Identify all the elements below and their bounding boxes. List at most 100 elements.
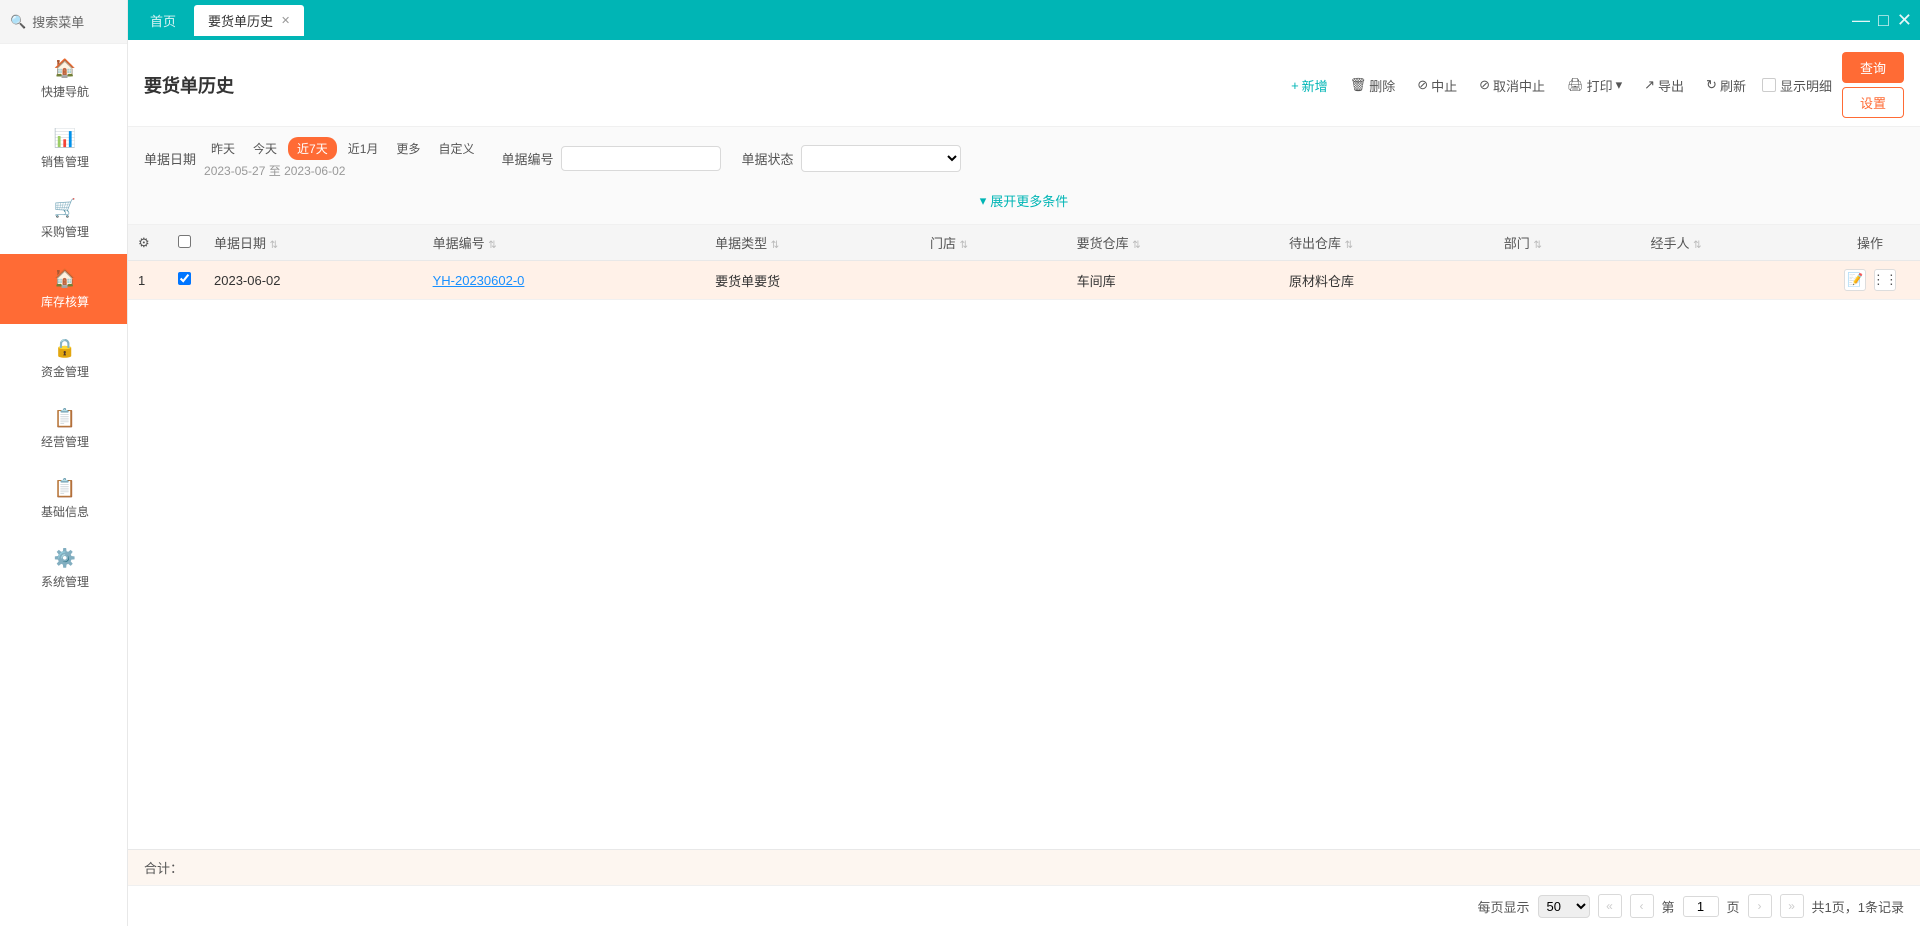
cell-req-warehouse: 车间库 bbox=[1067, 261, 1279, 300]
query-button[interactable]: 查询 bbox=[1842, 52, 1904, 83]
date-btn-7days[interactable]: 近7天 bbox=[288, 137, 337, 160]
settings-button[interactable]: 设置 bbox=[1842, 87, 1904, 118]
page-header: 要货单历史 + 新增 🗑 删除 ⊘ 中止 ⊘ bbox=[128, 40, 1920, 127]
sidebar-item-quick-nav[interactable]: 🏠 快捷导航 bbox=[0, 44, 127, 114]
window-close-icon[interactable]: ✕ bbox=[1897, 10, 1912, 31]
docno-input[interactable] bbox=[561, 146, 721, 171]
sidebar-item-inventory[interactable]: 🏠 库存核算 bbox=[0, 254, 127, 324]
date-btn-yesterday[interactable]: 昨天 bbox=[204, 137, 242, 160]
expand-label: 展开更多条件 bbox=[990, 191, 1068, 210]
status-select[interactable] bbox=[801, 145, 961, 172]
sidebar-item-basic[interactable]: 📋 基础信息 bbox=[0, 464, 127, 534]
add-button[interactable]: + 新增 bbox=[1285, 72, 1334, 99]
tab-home-label: 首页 bbox=[150, 11, 176, 30]
col-pending-warehouse[interactable]: 待出仓库 ⇅ bbox=[1279, 225, 1494, 261]
top-bar: 首页 要货单历史 ✕ — □ ✕ bbox=[128, 0, 1920, 40]
sidebar-item-finance[interactable]: 🔒 资金管理 bbox=[0, 324, 127, 394]
doc-no-link[interactable]: YH-20230602-0 bbox=[433, 273, 525, 288]
select-all-checkbox[interactable] bbox=[178, 235, 191, 248]
col-doc-no-label: 单据编号 bbox=[433, 236, 485, 251]
stop-button[interactable]: ⊘ 中止 bbox=[1411, 72, 1463, 99]
sidebar-search[interactable]: 🔍 搜索菜单 bbox=[0, 0, 127, 44]
print-button[interactable]: 🖨 打印 ▾ bbox=[1561, 72, 1628, 99]
tab-home[interactable]: 首页 bbox=[136, 5, 190, 36]
filter-status-item: 单据状态 bbox=[741, 145, 961, 172]
col-doc-date[interactable]: 单据日期 ⇅ bbox=[204, 225, 423, 261]
date-btn-1month[interactable]: 近1月 bbox=[341, 137, 386, 160]
col-store[interactable]: 门店 ⇅ bbox=[920, 225, 1067, 261]
cell-store bbox=[920, 261, 1067, 300]
col-dept[interactable]: 部门 ⇅ bbox=[1494, 225, 1641, 261]
export-icon: ↗ bbox=[1644, 77, 1655, 93]
row-detail-btn[interactable]: ⋮⋮ bbox=[1874, 269, 1896, 291]
page-title: 要货单历史 bbox=[144, 72, 234, 98]
export-button[interactable]: ↗ 导出 bbox=[1638, 72, 1690, 99]
display-detail-toggle[interactable]: 显示明细 bbox=[1762, 76, 1832, 95]
col-settings-icon: ⚙ bbox=[138, 235, 150, 250]
sidebar-item-label: 系统管理 bbox=[41, 573, 89, 590]
col-store-label: 门店 bbox=[930, 236, 956, 251]
page-size-label: 每页显示 bbox=[1477, 897, 1529, 916]
tab-requisition-history[interactable]: 要货单历史 ✕ bbox=[194, 5, 304, 36]
expand-icon: ▾ bbox=[980, 193, 987, 209]
col-handler[interactable]: 经手人 ⇅ bbox=[1640, 225, 1820, 261]
refresh-button[interactable]: ↻ 刷新 bbox=[1700, 72, 1752, 99]
last-page-btn[interactable]: » bbox=[1780, 894, 1804, 918]
col-settings[interactable]: ⚙ bbox=[128, 225, 168, 261]
next-page-btn[interactable]: › bbox=[1748, 894, 1772, 918]
filter-area: 单据日期 昨天 今天 近7天 近1月 更多 自定义 2023-05-27 至 2… bbox=[128, 127, 1920, 225]
home-icon: 🏠 bbox=[54, 58, 76, 79]
filter-row: 单据日期 昨天 今天 近7天 近1月 更多 自定义 2023-05-27 至 2… bbox=[144, 137, 1904, 179]
table-header: ⚙ 单据日期 ⇅ 单据编号 ⇅ bbox=[128, 225, 1920, 261]
page-input[interactable] bbox=[1683, 896, 1719, 917]
sidebar-item-label: 采购管理 bbox=[41, 223, 89, 240]
prev-page-btn[interactable]: ‹ bbox=[1630, 894, 1654, 918]
col-handler-label: 经手人 bbox=[1650, 236, 1689, 251]
main-area: 首页 要货单历史 ✕ — □ ✕ 要货单历史 + 新增 bbox=[128, 0, 1920, 926]
date-btn-custom[interactable]: 自定义 bbox=[431, 137, 481, 160]
date-btn-today[interactable]: 今天 bbox=[246, 137, 284, 160]
search-icon: 🔍 bbox=[10, 14, 26, 30]
window-minimize-icon[interactable]: — bbox=[1852, 10, 1870, 31]
page-label-before: 第 bbox=[1662, 897, 1675, 916]
col-action-label: 操作 bbox=[1857, 236, 1883, 251]
window-maximize-icon[interactable]: □ bbox=[1878, 10, 1889, 31]
sales-icon: 📊 bbox=[54, 128, 76, 149]
display-detail-checkbox[interactable] bbox=[1762, 78, 1776, 92]
page-size-select[interactable]: 20 50 100 200 bbox=[1538, 895, 1590, 918]
refresh-label: 刷新 bbox=[1720, 76, 1746, 95]
sidebar-item-sales[interactable]: 📊 销售管理 bbox=[0, 114, 127, 184]
row-index: 1 bbox=[138, 273, 145, 288]
row-checkbox[interactable] bbox=[178, 272, 191, 285]
cell-doc-type: 要货单要货 bbox=[705, 261, 920, 300]
date-range-display: 2023-05-27 至 2023-06-02 bbox=[204, 162, 481, 179]
col-doc-type[interactable]: 单据类型 ⇅ bbox=[705, 225, 920, 261]
sidebar-item-system[interactable]: ⚙️ 系统管理 bbox=[0, 534, 127, 604]
table-area: ⚙ 单据日期 ⇅ 单据编号 ⇅ bbox=[128, 225, 1920, 849]
delete-button[interactable]: 🗑 删除 bbox=[1344, 72, 1402, 99]
col-doc-type-label: 单据类型 bbox=[715, 236, 767, 251]
top-bar-right: — □ ✕ bbox=[1852, 10, 1912, 31]
cell-doc-no: YH-20230602-0 bbox=[423, 261, 706, 300]
stop-icon: ⊘ bbox=[1417, 77, 1428, 93]
sort-icon-handler: ⇅ bbox=[1693, 240, 1701, 251]
sidebar-item-purchase[interactable]: 🛒 采购管理 bbox=[0, 184, 127, 254]
cancel-stop-button[interactable]: ⊘ 取消中止 bbox=[1473, 72, 1551, 99]
tab-close-icon[interactable]: ✕ bbox=[281, 14, 290, 27]
col-doc-no[interactable]: 单据编号 ⇅ bbox=[423, 225, 706, 261]
col-dept-label: 部门 bbox=[1504, 236, 1530, 251]
date-btn-more[interactable]: 更多 bbox=[389, 137, 427, 160]
sidebar-item-label: 资金管理 bbox=[41, 363, 89, 380]
col-req-warehouse[interactable]: 要货仓库 ⇅ bbox=[1067, 225, 1279, 261]
status-label: 单据状态 bbox=[741, 149, 793, 168]
sidebar-item-operation[interactable]: 📋 经营管理 bbox=[0, 394, 127, 464]
row-edit-btn[interactable]: 📝 bbox=[1844, 269, 1866, 291]
table-row[interactable]: 1 2023-06-02 YH-20230602-0 bbox=[128, 261, 1920, 300]
filter-docno-item: 单据编号 bbox=[501, 146, 721, 171]
expand-conditions-btn[interactable]: ▾ 展开更多条件 bbox=[972, 187, 1077, 214]
operation-icon: 📋 bbox=[54, 408, 76, 429]
sort-icon-dept: ⇅ bbox=[1533, 240, 1541, 251]
first-page-btn[interactable]: « bbox=[1598, 894, 1622, 918]
col-action: 操作 bbox=[1820, 225, 1920, 261]
sidebar-item-label: 销售管理 bbox=[41, 153, 89, 170]
